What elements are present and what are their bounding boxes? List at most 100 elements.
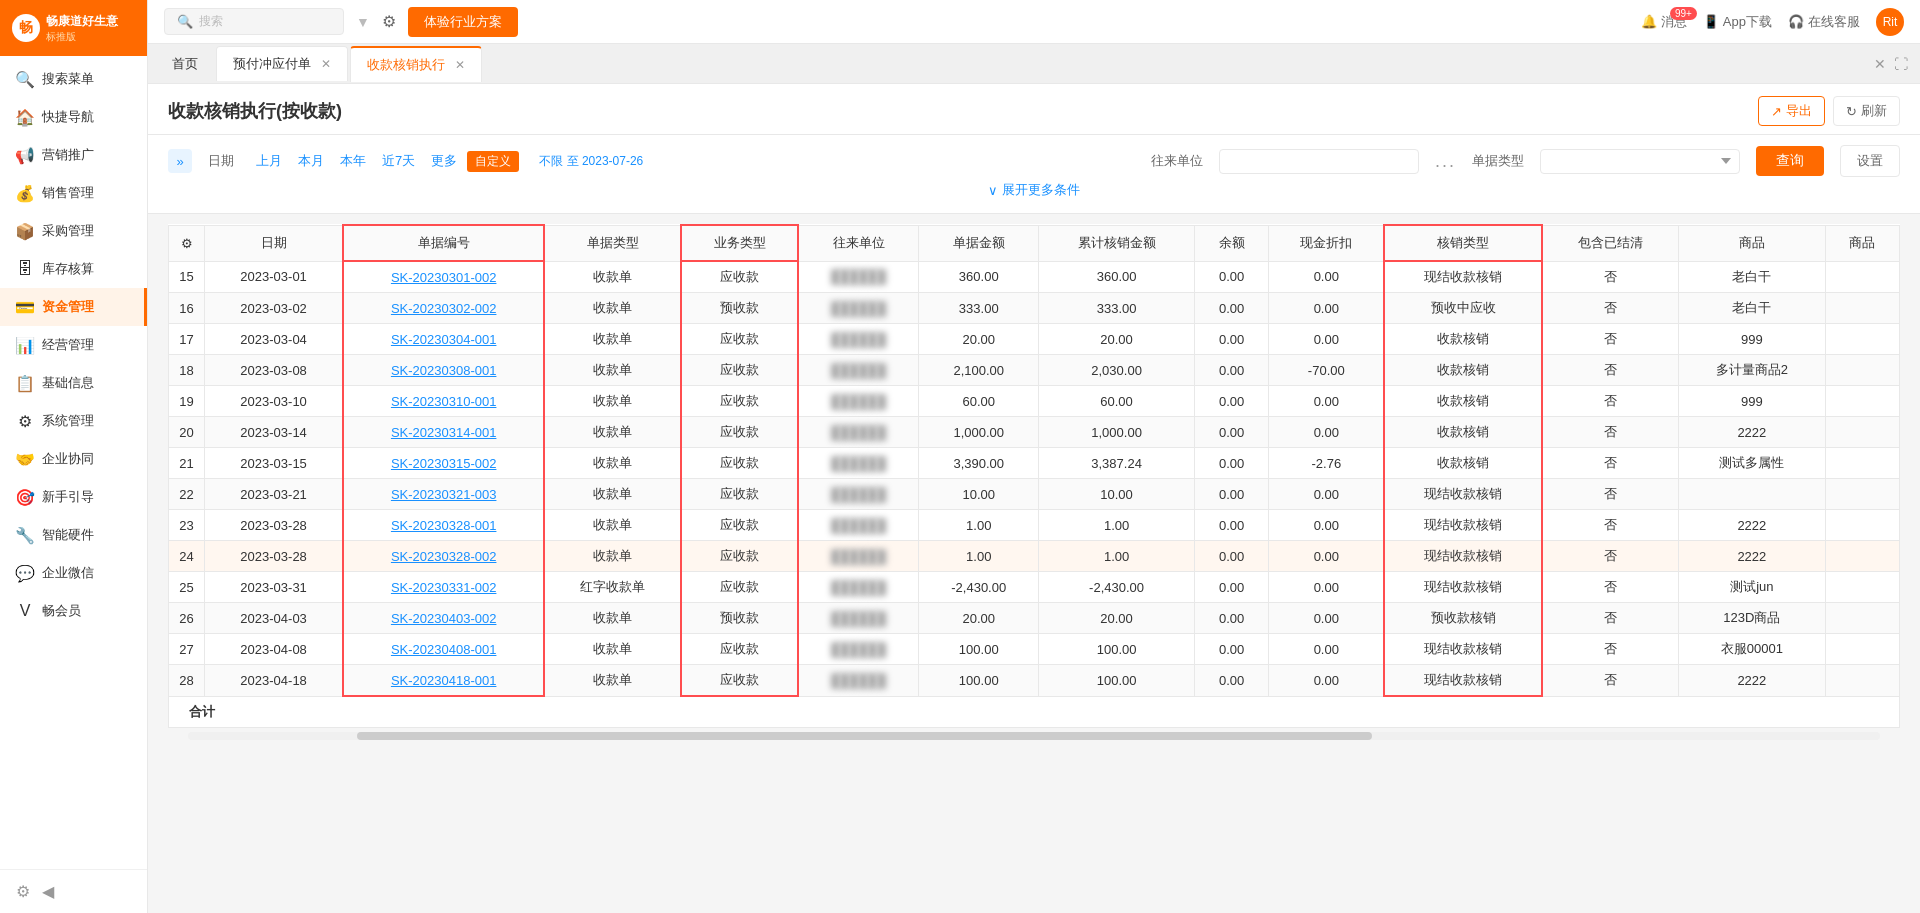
filter-collapse-button[interactable]: » [168, 149, 192, 173]
table-row[interactable]: 28 2023-04-18 SK-20230418-001 收款单 应收款 ██… [169, 665, 1900, 697]
sidebar-item-marketing[interactable]: 📢 营销推广 [0, 136, 147, 174]
date-btn-this-year[interactable]: 本年 [334, 150, 372, 172]
tab-close-collection[interactable]: ✕ [455, 58, 465, 72]
bill-no-link[interactable]: SK-20230321-003 [391, 487, 497, 502]
cell-bill-no[interactable]: SK-20230301-002 [343, 261, 544, 293]
expand-conditions-button[interactable]: ∨ 展开更多条件 [988, 181, 1080, 199]
sidebar-item-label-enterprise: 企业协同 [42, 450, 94, 468]
cell-bill-no[interactable]: SK-20230315-002 [343, 448, 544, 479]
app-download-button[interactable]: 📱 App下载 [1703, 13, 1772, 31]
gear-icon[interactable]: ⚙ [382, 12, 396, 31]
sidebar-item-finance[interactable]: 💳 资金管理 [0, 288, 147, 326]
partner-input[interactable] [1219, 149, 1419, 174]
table-row[interactable]: 16 2023-03-02 SK-20230302-002 收款单 预收款 ██… [169, 293, 1900, 324]
settings-icon[interactable]: ⚙ [16, 882, 30, 901]
table-row[interactable]: 27 2023-04-08 SK-20230408-001 收款单 应收款 ██… [169, 634, 1900, 665]
cell-bill-no[interactable]: SK-20230328-001 [343, 510, 544, 541]
bill-no-link[interactable]: SK-20230408-001 [391, 642, 497, 657]
table-row[interactable]: 22 2023-03-21 SK-20230321-003 收款单 应收款 ██… [169, 479, 1900, 510]
col-header-gear[interactable]: ⚙ [169, 225, 205, 261]
maximize-icon[interactable]: ⛶ [1894, 56, 1908, 72]
bill-no-link[interactable]: SK-20230403-002 [391, 611, 497, 626]
cell-amount: 20.00 [919, 603, 1039, 634]
bill-type-select[interactable] [1540, 149, 1740, 174]
table-row[interactable]: 19 2023-03-10 SK-20230310-001 收款单 应收款 ██… [169, 386, 1900, 417]
cell-bill-no[interactable]: SK-20230418-001 [343, 665, 544, 697]
table-row[interactable]: 25 2023-03-31 SK-20230331-002 红字收款单 应收款 … [169, 572, 1900, 603]
bill-no-link[interactable]: SK-20230331-002 [391, 580, 497, 595]
date-btn-7days[interactable]: 近7天 [376, 150, 421, 172]
table-row[interactable]: 20 2023-03-14 SK-20230314-001 收款单 应收款 ██… [169, 417, 1900, 448]
cell-bill-no[interactable]: SK-20230408-001 [343, 634, 544, 665]
cell-verified: 20.00 [1039, 324, 1195, 355]
query-button[interactable]: 查询 [1756, 146, 1824, 176]
cell-bill-no[interactable]: SK-20230314-001 [343, 417, 544, 448]
col-header-biz-type: 业务类型 [681, 225, 798, 261]
bill-no-link[interactable]: SK-20230315-002 [391, 456, 497, 471]
table-row[interactable]: 26 2023-04-03 SK-20230403-002 收款单 预收款 ██… [169, 603, 1900, 634]
sidebar-item-label-member: 畅会员 [42, 602, 81, 620]
sidebar-item-hardware[interactable]: 🔧 智能硬件 [0, 516, 147, 554]
bill-no-link[interactable]: SK-20230301-002 [391, 270, 497, 285]
sidebar-item-inventory[interactable]: 🗄 库存核算 [0, 250, 147, 288]
table-row[interactable]: 18 2023-03-08 SK-20230308-001 收款单 应收款 ██… [169, 355, 1900, 386]
sidebar-item-quick-nav[interactable]: 🏠 快捷导航 [0, 98, 147, 136]
sidebar-item-sales[interactable]: 💰 销售管理 [0, 174, 147, 212]
tab-home[interactable]: 首页 [156, 47, 214, 81]
cell-verified: 1.00 [1039, 510, 1195, 541]
cell-amount: 20.00 [919, 324, 1039, 355]
horizontal-scrollbar[interactable] [188, 732, 1880, 740]
sidebar-item-purchase[interactable]: 📦 采购管理 [0, 212, 147, 250]
cell-bill-no[interactable]: SK-20230304-001 [343, 324, 544, 355]
avatar[interactable]: Rit [1876, 8, 1904, 36]
tab-close-pre-payment[interactable]: ✕ [321, 57, 331, 71]
refresh-button[interactable]: ↻ 刷新 [1833, 96, 1900, 126]
sidebar-item-member[interactable]: V 畅会员 [0, 592, 147, 630]
online-service-button[interactable]: 🎧 在线客服 [1788, 13, 1860, 31]
sidebar-item-basic[interactable]: 📋 基础信息 [0, 364, 147, 402]
cell-bill-no[interactable]: SK-20230403-002 [343, 603, 544, 634]
bill-no-link[interactable]: SK-20230304-001 [391, 332, 497, 347]
table-row[interactable]: 21 2023-03-15 SK-20230315-002 收款单 应收款 ██… [169, 448, 1900, 479]
bill-no-link[interactable]: SK-20230308-001 [391, 363, 497, 378]
sidebar-item-search[interactable]: 🔍 搜索菜单 [0, 60, 147, 98]
export-button[interactable]: ↗ 导出 [1758, 96, 1825, 126]
sidebar-item-wechat[interactable]: 💬 企业微信 [0, 554, 147, 592]
sidebar-item-enterprise[interactable]: 🤝 企业协同 [0, 440, 147, 478]
notification-button[interactable]: 🔔 消息 99+ [1641, 13, 1687, 31]
bill-no-link[interactable]: SK-20230328-001 [391, 518, 497, 533]
topbar-search[interactable]: 🔍 搜索 [164, 8, 344, 35]
sidebar-item-operation[interactable]: 📊 经营管理 [0, 326, 147, 364]
cell-bill-no[interactable]: SK-20230302-002 [343, 293, 544, 324]
table-row[interactable]: 23 2023-03-28 SK-20230328-001 收款单 应收款 ██… [169, 510, 1900, 541]
bill-no-link[interactable]: SK-20230328-002 [391, 549, 497, 564]
table-row[interactable]: 17 2023-03-04 SK-20230304-001 收款单 应收款 ██… [169, 324, 1900, 355]
date-btn-more[interactable]: 更多 [425, 150, 463, 172]
table-settings-icon[interactable]: ⚙ [181, 236, 193, 251]
bill-no-link[interactable]: SK-20230418-001 [391, 673, 497, 688]
cell-bill-no[interactable]: SK-20230328-002 [343, 541, 544, 572]
cell-bill-no[interactable]: SK-20230321-003 [343, 479, 544, 510]
sidebar-item-system[interactable]: ⚙ 系统管理 [0, 402, 147, 440]
dropdown-arrow-icon[interactable]: ▼ [356, 14, 370, 30]
bill-no-link[interactable]: SK-20230310-001 [391, 394, 497, 409]
date-btn-this-month[interactable]: 本月 [292, 150, 330, 172]
scroll-thumb[interactable] [357, 732, 1372, 740]
tab-collection-verify[interactable]: 收款核销执行 ✕ [350, 46, 482, 82]
cell-bill-no[interactable]: SK-20230310-001 [343, 386, 544, 417]
cell-bill-no[interactable]: SK-20230308-001 [343, 355, 544, 386]
table-row[interactable]: 24 2023-03-28 SK-20230328-002 收款单 应收款 ██… [169, 541, 1900, 572]
bill-no-link[interactable]: SK-20230314-001 [391, 425, 497, 440]
date-custom-button[interactable]: 自定义 [467, 151, 519, 172]
date-btn-last-month[interactable]: 上月 [250, 150, 288, 172]
bill-no-link[interactable]: SK-20230302-002 [391, 301, 497, 316]
tab-pre-payment[interactable]: 预付冲应付单 ✕ [216, 46, 348, 81]
sidebar-item-guide[interactable]: 🎯 新手引导 [0, 478, 147, 516]
close-window-icon[interactable]: ✕ [1874, 56, 1886, 72]
cell-bill-no[interactable]: SK-20230331-002 [343, 572, 544, 603]
filter-settings-button[interactable]: 设置 [1840, 145, 1900, 177]
logo-text: 畅康道好生意 标推版 [46, 13, 118, 44]
table-row[interactable]: 15 2023-03-01 SK-20230301-002 收款单 应收款 ██… [169, 261, 1900, 293]
collapse-icon[interactable]: ◀ [42, 882, 54, 901]
solution-button[interactable]: 体验行业方案 [408, 7, 518, 37]
